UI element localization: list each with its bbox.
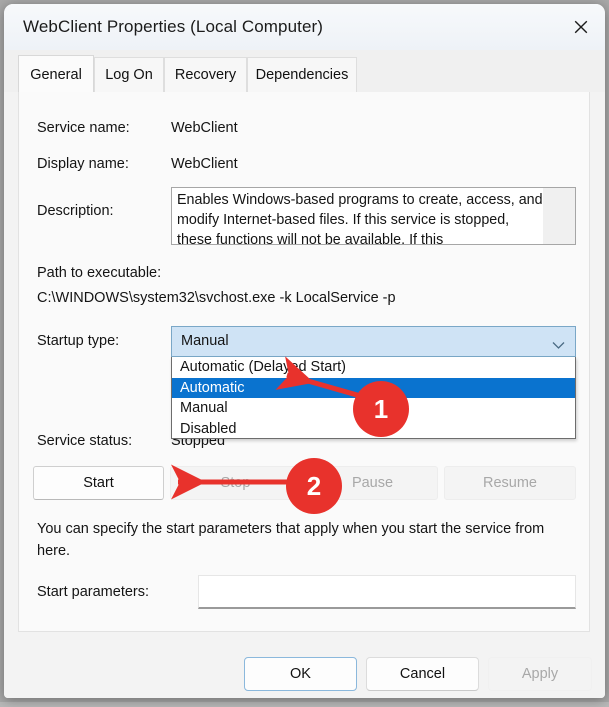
- tab-strip: General Log On Recovery Dependencies: [4, 50, 605, 93]
- tab-label: Dependencies: [255, 67, 349, 83]
- start-parameters-input[interactable]: [198, 575, 576, 609]
- ok-button-label: OK: [290, 666, 311, 682]
- dropdown-option-disabled[interactable]: Disabled: [172, 419, 575, 440]
- tab-label: Log On: [105, 67, 153, 83]
- apply-button: Apply: [488, 657, 592, 691]
- tab-dependencies[interactable]: Dependencies: [247, 57, 357, 92]
- startup-type-value: Manual: [181, 333, 229, 349]
- dialog-footer: OK Cancel Apply: [4, 632, 605, 698]
- stop-button: Stop: [170, 466, 301, 500]
- path-to-executable-value: C:\WINDOWS\system32\svchost.exe -k Local…: [37, 290, 396, 306]
- title-bar: WebClient Properties (Local Computer): [4, 4, 605, 50]
- dropdown-option-manual[interactable]: Manual: [172, 398, 575, 419]
- stop-button-label: Stop: [220, 475, 251, 491]
- tab-general[interactable]: General: [18, 55, 94, 93]
- description-scrollbar[interactable]: [543, 187, 576, 245]
- start-parameters-label: Start parameters:: [37, 584, 150, 600]
- description-value: Enables Windows-based programs to create…: [177, 192, 543, 245]
- start-parameters-help-text: You can specify the start parameters tha…: [37, 521, 545, 559]
- apply-button-label: Apply: [521, 666, 559, 682]
- tab-label: General: [30, 66, 82, 83]
- cancel-button-label: Cancel: [399, 666, 446, 682]
- resume-button: Resume: [444, 466, 576, 500]
- window-title: WebClient Properties (Local Computer): [23, 17, 324, 36]
- start-button[interactable]: Start: [33, 466, 164, 500]
- description-textbox[interactable]: Enables Windows-based programs to create…: [171, 187, 576, 245]
- resume-button-label: Resume: [483, 475, 537, 491]
- description-label: Description:: [37, 203, 114, 219]
- ok-button[interactable]: OK: [244, 657, 357, 691]
- cancel-button[interactable]: Cancel: [366, 657, 479, 691]
- dropdown-option-automatic-delayed-start[interactable]: Automatic (Delayed Start): [172, 357, 575, 378]
- tab-recovery[interactable]: Recovery: [164, 57, 247, 92]
- display-name-value: WebClient: [171, 156, 238, 172]
- service-properties-dialog: WebClient Properties (Local Computer) Ge…: [4, 4, 605, 698]
- startup-type-label: Startup type:: [37, 333, 120, 349]
- screenshot-root: WebClient Properties (Local Computer) Ge…: [0, 0, 609, 702]
- pause-button: Pause: [307, 466, 438, 500]
- pause-button-label: Pause: [351, 475, 394, 491]
- tab-label: Recovery: [174, 67, 237, 83]
- startup-type-dropdown-list[interactable]: Automatic (Delayed Start) Automatic Manu…: [171, 357, 576, 439]
- chevron-down-icon: [552, 337, 565, 355]
- startup-type-combobox[interactable]: Manual: [171, 326, 576, 357]
- display-name-label: Display name:: [37, 156, 129, 172]
- tab-log-on[interactable]: Log On: [94, 57, 164, 92]
- service-status-label: Service status:: [37, 433, 133, 449]
- dropdown-option-automatic[interactable]: Automatic: [172, 377, 575, 398]
- close-icon[interactable]: [557, 4, 605, 50]
- service-name-label: Service name:: [37, 120, 130, 136]
- start-button-label: Start: [83, 475, 114, 491]
- path-to-executable-label: Path to executable:: [37, 265, 162, 281]
- service-name-value: WebClient: [171, 120, 238, 136]
